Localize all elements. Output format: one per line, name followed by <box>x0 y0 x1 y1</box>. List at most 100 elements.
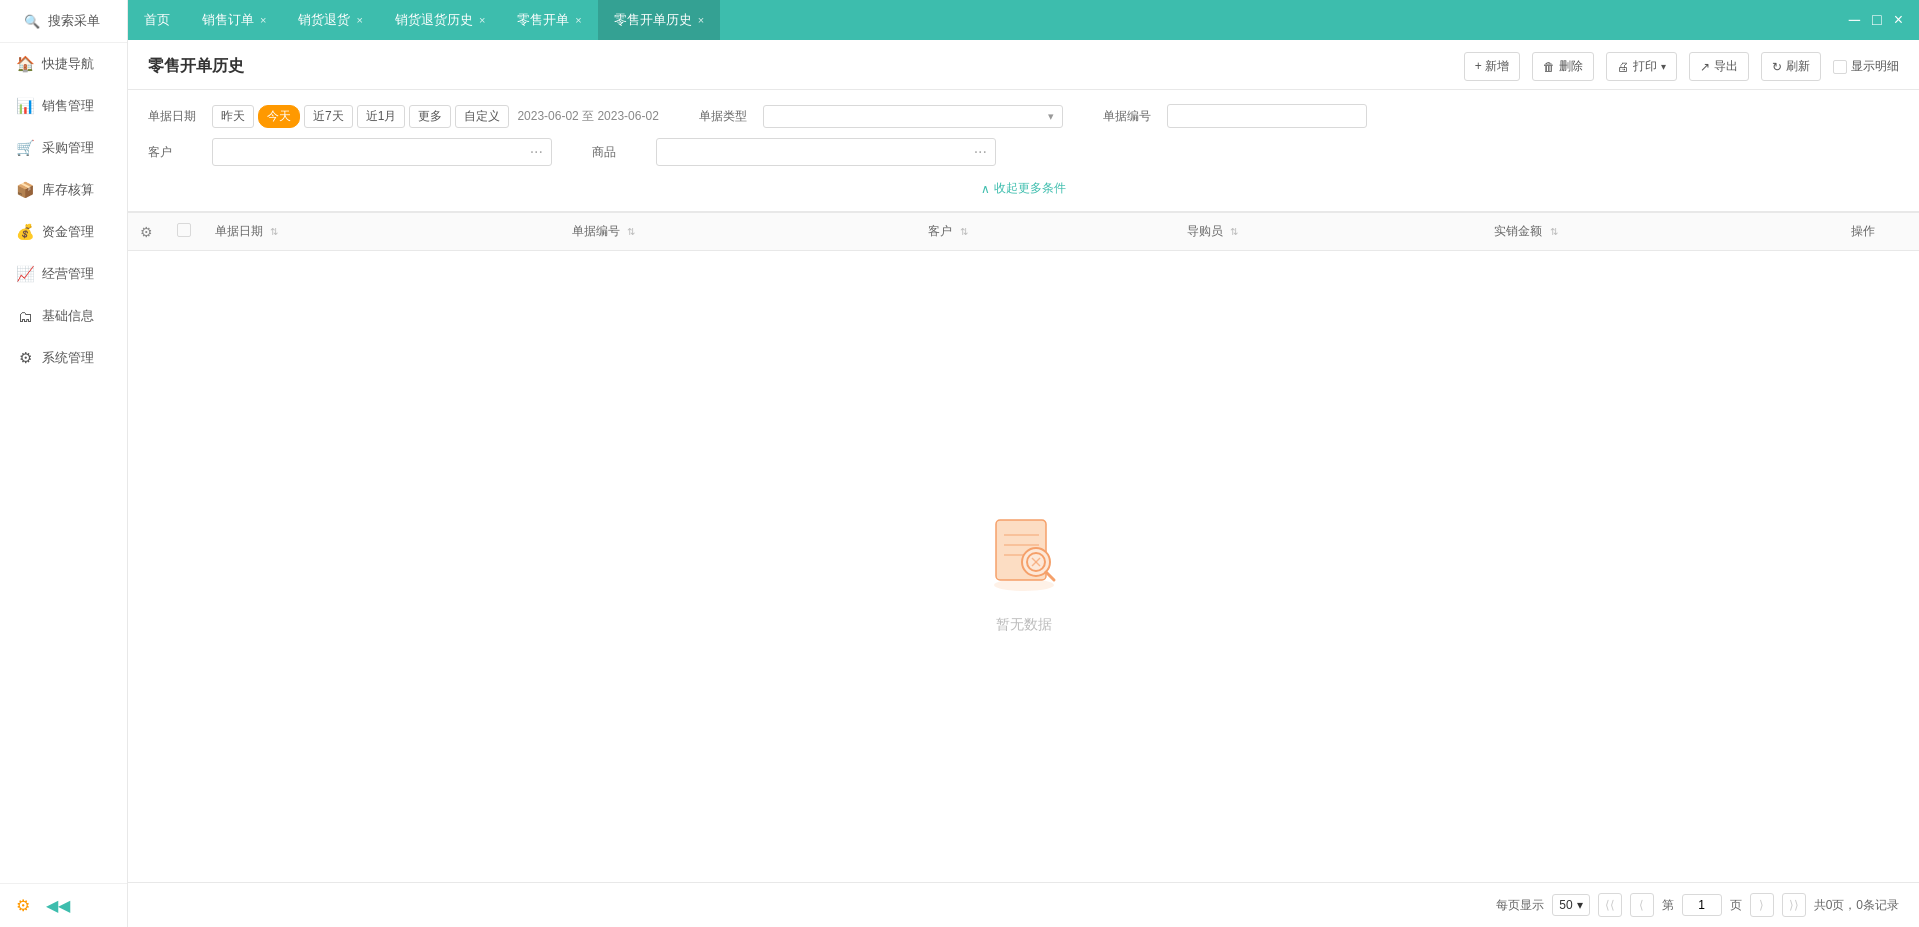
sidebar-item-finance[interactable]: 💰 资金管理 <box>0 211 127 253</box>
svg-line-8 <box>1046 572 1054 580</box>
last-page-button[interactable]: ⟩⟩ <box>1782 893 1806 917</box>
tab-close-sales-order[interactable]: × <box>260 14 266 26</box>
date-btn-昨天[interactable]: 昨天 <box>212 105 254 128</box>
sidebar-menu: 🏠快捷导航📊销售管理🛒采购管理📦库存核算 💰 资金管理 📈 经营管理 🗂基础信息⚙系统管理 <box>0 43 127 883</box>
total-info: 共0页，0条记录 <box>1814 897 1899 914</box>
date-btn-自定义[interactable]: 自定义 <box>455 105 509 128</box>
goods-input[interactable]: ··· <box>656 138 996 166</box>
order-type-select[interactable]: ▾ <box>763 105 1063 128</box>
sidebar-item-sales-mgmt[interactable]: 📊销售管理 <box>0 85 127 127</box>
page-size-select[interactable]: 50 ▾ <box>1552 894 1589 916</box>
sidebar-icon-quick-nav: 🏠 <box>16 55 34 73</box>
page-size-value: 50 <box>1559 898 1572 912</box>
order-no-input[interactable] <box>1167 104 1367 128</box>
data-table: ⚙ 单据日期 ⇅ 单据编号 ⇅ 客户 ⇅ <box>128 212 1919 251</box>
page-header: 零售开单历史 + 新增 🗑 删除 🖨 打印 ▾ ↗ 导出 ↻ 刷新 显 <box>128 40 1919 90</box>
collapse-button[interactable]: ∧ 收起更多条件 <box>981 180 1066 197</box>
th-date[interactable]: 单据日期 ⇅ <box>203 213 560 251</box>
sidebar-item-purchase-mgmt[interactable]: 🛒采购管理 <box>0 127 127 169</box>
page-title: 零售开单历史 <box>148 56 244 77</box>
tab-label-sales-return: 销货退货 <box>298 11 350 29</box>
tab-label-sales-return-history: 销货退货历史 <box>395 11 473 29</box>
settings-icon[interactable]: ⚙ <box>16 896 30 915</box>
tab-retail-open[interactable]: 零售开单× <box>501 0 597 40</box>
tab-retail-open-history[interactable]: 零售开单历史× <box>598 0 720 40</box>
sort-amount-icon: ⇅ <box>1550 226 1558 237</box>
select-all-checkbox[interactable] <box>177 223 191 237</box>
close-button[interactable]: × <box>1890 7 1907 33</box>
sidebar-icon-inventory: 📦 <box>16 181 34 199</box>
sidebar-item-operations[interactable]: 📈 经营管理 <box>0 253 127 295</box>
date-btn-更多[interactable]: 更多 <box>409 105 451 128</box>
collapse-label: 收起更多条件 <box>994 180 1066 197</box>
tab-sales-order[interactable]: 销售订单× <box>186 0 282 40</box>
sidebar-label-finance: 资金管理 <box>42 223 94 241</box>
sidebar-item-sys-mgmt[interactable]: ⚙系统管理 <box>0 337 127 379</box>
tab-close-retail-open-history[interactable]: × <box>698 14 704 26</box>
refresh-icon: ↻ <box>1772 60 1782 74</box>
sort-customer-icon: ⇅ <box>960 226 968 237</box>
th-customer[interactable]: 客户 ⇅ <box>916 213 1175 251</box>
search-icon: 🔍 <box>24 14 40 29</box>
toolbar: + 新增 🗑 删除 🖨 打印 ▾ ↗ 导出 ↻ 刷新 显示明细 <box>1464 52 1899 81</box>
customer-input[interactable]: ··· <box>212 138 552 166</box>
window-controls: ─ □ × <box>1845 7 1919 33</box>
display-detail-toggle[interactable]: 显示明细 <box>1833 58 1899 75</box>
page-number-input[interactable]: 1 <box>1682 894 1722 916</box>
date-btn-今天[interactable]: 今天 <box>258 105 300 128</box>
table-area: ⚙ 单据日期 ⇅ 单据编号 ⇅ 客户 ⇅ <box>128 212 1919 927</box>
goods-label: 商品 <box>592 144 648 161</box>
sidebar-icon-operations: 📈 <box>16 265 34 283</box>
collapse-icon[interactable]: ◀◀ <box>46 896 70 915</box>
page-size-label: 每页显示 <box>1496 897 1544 914</box>
tab-close-sales-return-history[interactable]: × <box>479 14 485 26</box>
goods-browse-icon[interactable]: ··· <box>974 143 987 161</box>
minimize-button[interactable]: ─ <box>1845 7 1864 33</box>
page-label-pre: 第 <box>1662 897 1674 914</box>
export-button[interactable]: ↗ 导出 <box>1689 52 1749 81</box>
sidebar-icon-finance: 💰 <box>16 223 34 241</box>
tab-sales-return-history[interactable]: 销货退货历史 × <box>379 0 501 40</box>
column-settings-icon[interactable]: ⚙ <box>140 224 153 240</box>
order-type-label: 单据类型 <box>699 108 755 125</box>
sidebar-item-basic-info[interactable]: 🗂基础信息 <box>0 295 127 337</box>
add-button[interactable]: + 新增 <box>1464 52 1520 81</box>
sidebar-icon-basic-info: 🗂 <box>16 307 34 325</box>
tab-label-home: 首页 <box>144 11 170 29</box>
empty-text: 暂无数据 <box>996 616 1052 634</box>
th-no[interactable]: 单据编号 ⇅ <box>560 213 917 251</box>
sidebar-label-operations: 经营管理 <box>42 265 94 283</box>
customer-label: 客户 <box>148 144 204 161</box>
sidebar-search-label: 搜索采单 <box>48 12 100 30</box>
tab-home[interactable]: 首页 <box>128 0 186 40</box>
refresh-button[interactable]: ↻ 刷新 <box>1761 52 1821 81</box>
delete-button[interactable]: 🗑 删除 <box>1532 52 1594 81</box>
th-amount[interactable]: 实销金额 ⇅ <box>1482 213 1839 251</box>
pagination-bar: 每页显示 50 ▾ ⟨⟨ ⟨ 第 1 页 ⟩ ⟩⟩ 共0页，0条记录 <box>128 882 1919 927</box>
order-type-chevron-icon: ▾ <box>1048 110 1054 123</box>
top-nav: 首页销售订单×销货退货×销货退货历史×零售开单×零售开单历史× ─ □ × <box>128 0 1919 40</box>
page-label-post: 页 <box>1730 897 1742 914</box>
first-page-button[interactable]: ⟨⟨ <box>1598 893 1622 917</box>
sort-salesperson-icon: ⇅ <box>1230 226 1238 237</box>
date-filter-buttons: 昨天今天近7天近1月更多自定义 <box>212 105 509 128</box>
print-button[interactable]: 🖨 打印 ▾ <box>1606 52 1677 81</box>
tab-close-retail-open[interactable]: × <box>575 14 581 26</box>
empty-state: 暂无数据 <box>128 251 1919 882</box>
sidebar-search[interactable]: 🔍 搜索采单 <box>0 0 127 43</box>
export-icon: ↗ <box>1700 60 1710 74</box>
sidebar-item-inventory[interactable]: 📦库存核算 <box>0 169 127 211</box>
next-page-button[interactable]: ⟩ <box>1750 893 1774 917</box>
tab-sales-return[interactable]: 销货退货 × <box>282 0 378 40</box>
sidebar-item-quick-nav[interactable]: 🏠快捷导航 <box>0 43 127 85</box>
filter-row-customer: 客户 ··· 商品 ··· <box>148 138 1899 166</box>
th-salesperson[interactable]: 导购员 ⇅ <box>1175 213 1483 251</box>
tab-close-sales-return[interactable]: × <box>356 14 362 26</box>
date-btn-近7天[interactable]: 近7天 <box>304 105 353 128</box>
customer-browse-icon[interactable]: ··· <box>530 143 543 161</box>
prev-page-button[interactable]: ⟨ <box>1630 893 1654 917</box>
sidebar-bottom: ⚙ ◀◀ <box>0 883 127 927</box>
sort-no-icon: ⇅ <box>627 226 635 237</box>
maximize-button[interactable]: □ <box>1868 7 1886 33</box>
date-btn-近1月[interactable]: 近1月 <box>357 105 406 128</box>
